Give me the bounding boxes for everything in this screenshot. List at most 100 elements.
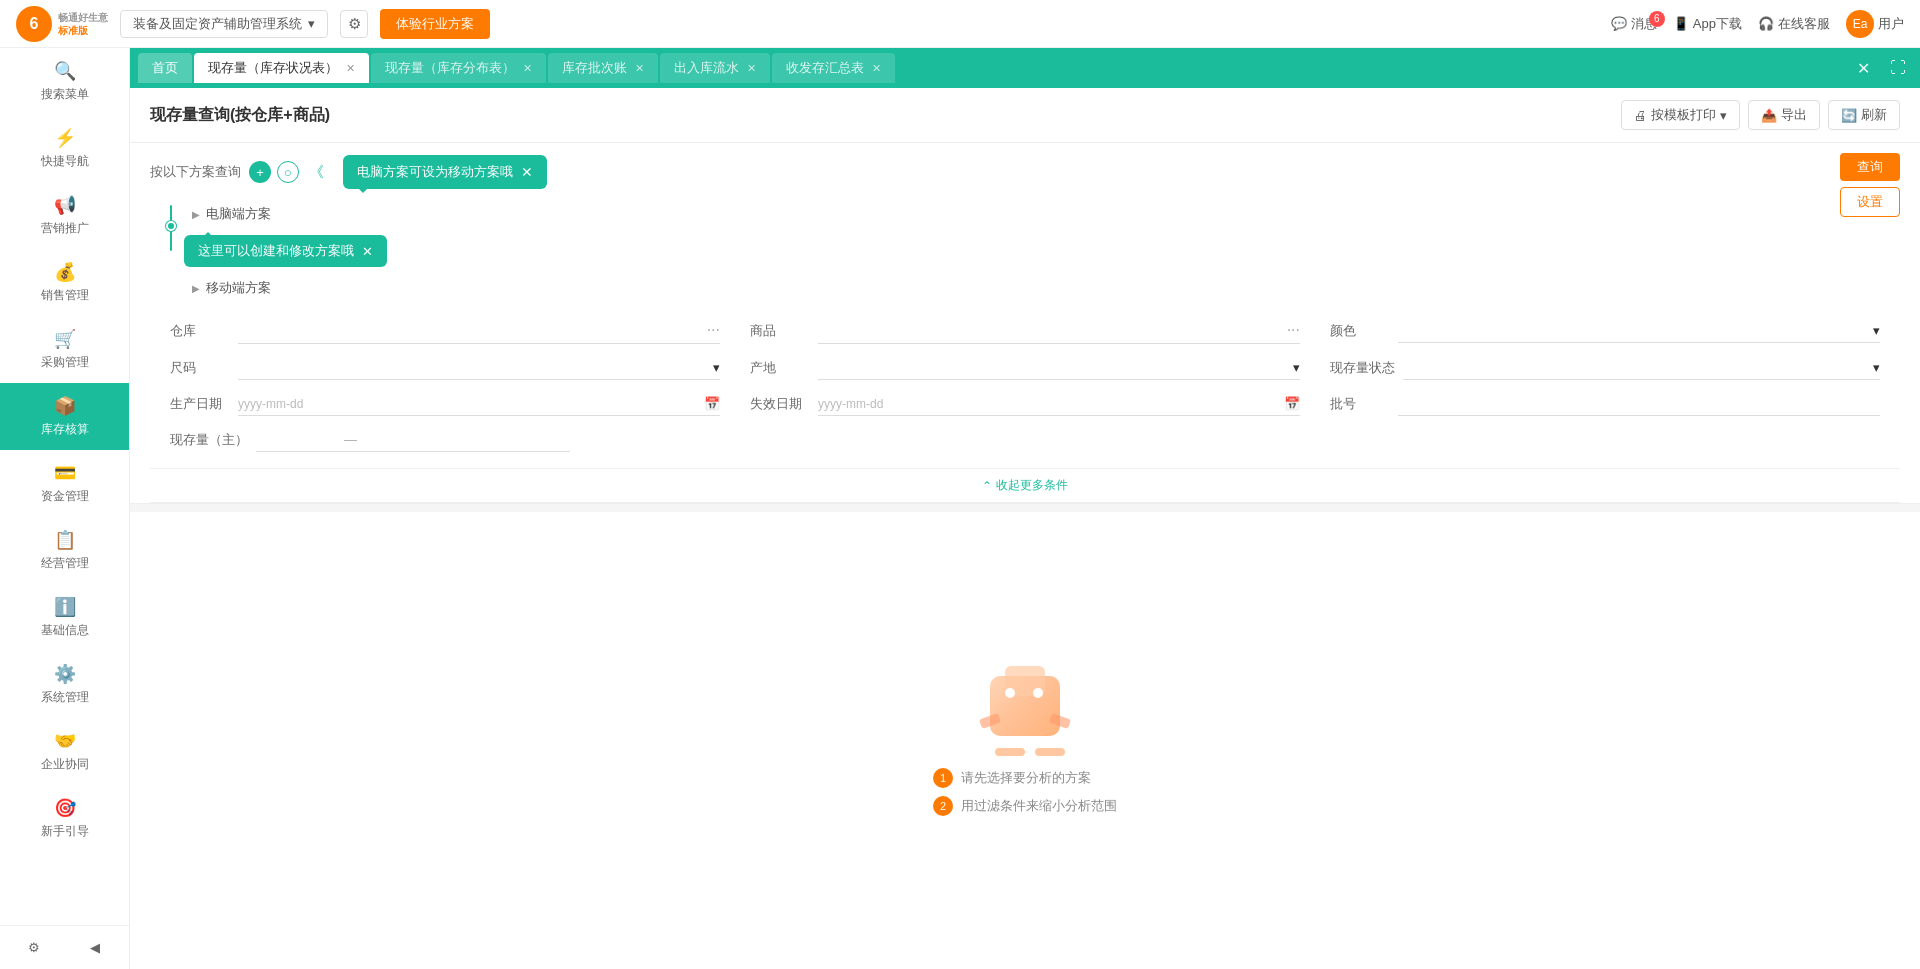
support-label: 在线客服 bbox=[1778, 15, 1830, 33]
logo-icon: 6 bbox=[16, 6, 52, 42]
stock-qty-min[interactable] bbox=[256, 432, 336, 447]
tab-close-2[interactable]: ✕ bbox=[523, 62, 532, 75]
sidebar-item-newbie[interactable]: 🎯 新手引导 bbox=[0, 785, 129, 852]
scheme-tooltip-close[interactable]: ✕ bbox=[362, 244, 373, 259]
warehouse-input[interactable]: ··· bbox=[238, 317, 720, 344]
handshake-icon: 🤝 bbox=[54, 730, 76, 752]
empty-step-2: 2 用过滤条件来缩小分析范围 bbox=[933, 796, 1117, 816]
tab-inventory-dist[interactable]: 现存量（库存分布表） ✕ bbox=[371, 53, 546, 83]
tab-batch-account[interactable]: 库存批次账 ✕ bbox=[548, 53, 658, 83]
sidebar-item-basic-info[interactable]: ℹ️ 基础信息 bbox=[0, 584, 129, 651]
app-download-button[interactable]: 📱 App下载 bbox=[1673, 15, 1742, 33]
tab-in-out-flow[interactable]: 出入库流水 ✕ bbox=[660, 53, 770, 83]
produce-date-input[interactable]: yyyy-mm-dd 📅 bbox=[238, 392, 720, 416]
tab-home[interactable]: 首页 bbox=[138, 53, 192, 83]
chevron-down-icon-color: ▾ bbox=[1873, 323, 1880, 338]
sidebar-item-purchase[interactable]: 🛒 采购管理 bbox=[0, 316, 129, 383]
scheme-desktop[interactable]: ▶ 电脑端方案 bbox=[184, 201, 1900, 227]
scheme-popup-text: 电脑方案可设为移动方案哦 bbox=[357, 163, 513, 181]
chevron-down-icon-origin: ▾ bbox=[1293, 360, 1300, 375]
tab-close-4[interactable]: ✕ bbox=[747, 62, 756, 75]
field-stock-status: 现存量状态 ▾ bbox=[1330, 356, 1880, 380]
scheme-mobile[interactable]: ▶ 移动端方案 bbox=[184, 275, 1900, 301]
sidebar-collapse-button[interactable]: ◀ bbox=[69, 934, 122, 961]
sidebar-settings-button[interactable]: ⚙ bbox=[8, 934, 61, 961]
app-label: App下载 bbox=[1693, 15, 1742, 33]
form-row-1: 仓库 ··· 商品 ··· bbox=[170, 317, 1880, 344]
add-scheme-button[interactable]: + bbox=[249, 161, 271, 183]
search-button[interactable]: 查询 bbox=[1840, 153, 1900, 181]
back-scheme-button[interactable]: 《 bbox=[305, 161, 327, 183]
expire-date-input[interactable]: yyyy-mm-dd 📅 bbox=[818, 392, 1300, 416]
sidebar-item-inventory[interactable]: 📦 库存核算 bbox=[0, 383, 129, 450]
calendar-icon-produce: 📅 bbox=[704, 396, 720, 411]
calendar-icon-expire: 📅 bbox=[1284, 396, 1300, 411]
industry-button[interactable]: 体验行业方案 bbox=[380, 9, 490, 39]
arrow-right-icon: ▶ bbox=[192, 209, 200, 220]
empty-step-1: 1 请先选择要分析的方案 bbox=[933, 768, 1117, 788]
refresh-button[interactable]: 🔄 刷新 bbox=[1828, 100, 1900, 130]
logo-area: 6 畅通好生意 标准版 bbox=[16, 6, 108, 42]
system-selector[interactable]: 装备及固定资产辅助管理系统 ▾ bbox=[120, 10, 328, 38]
tab-fullscreen-button[interactable]: ⛶ bbox=[1884, 57, 1912, 79]
reset-button[interactable]: 设置 bbox=[1840, 187, 1900, 217]
sidebar-item-quicknav[interactable]: ⚡ 快捷导航 bbox=[0, 115, 129, 182]
chevron-down-icon-size: ▾ bbox=[713, 360, 720, 375]
export-button[interactable]: 📤 导出 bbox=[1748, 100, 1820, 130]
scheme-list: ▶ 电脑端方案 这里可以创建和修改方案哦 ✕ bbox=[184, 201, 1900, 301]
header-right: 💬 消息 6 📱 App下载 🎧 在线客服 Ea 用户 bbox=[1611, 10, 1904, 38]
tab-close-3[interactable]: ✕ bbox=[635, 62, 644, 75]
lightning-icon: ⚡ bbox=[54, 127, 76, 149]
card-icon: 💳 bbox=[54, 462, 76, 484]
sidebar-item-sales[interactable]: 💰 销售管理 bbox=[0, 249, 129, 316]
goods-input[interactable]: ··· bbox=[818, 317, 1300, 344]
scheme-popup-container: 电脑方案可设为移动方案哦 ✕ bbox=[343, 155, 547, 189]
sidebar-item-search[interactable]: 🔍 搜索菜单 bbox=[0, 48, 129, 115]
scheme-popup-close[interactable]: ✕ bbox=[521, 164, 533, 180]
edit-scheme-button[interactable]: ○ bbox=[277, 161, 299, 183]
empty-state: 1 请先选择要分析的方案 2 用过滤条件来缩小分析范围 bbox=[130, 512, 1920, 969]
tab-inventory-status[interactable]: 现存量（库存状况表） ✕ bbox=[194, 53, 369, 83]
tab-close-all-button[interactable]: ✕ bbox=[1851, 57, 1876, 80]
collapse-bar[interactable]: ⌃ 收起更多条件 bbox=[150, 468, 1900, 503]
stock-qty-max[interactable] bbox=[365, 432, 445, 447]
tab-close-1[interactable]: ✕ bbox=[346, 62, 355, 75]
user-label: 用户 bbox=[1878, 15, 1904, 33]
system-name: 装备及固定资产辅助管理系统 bbox=[133, 15, 302, 33]
sidebar-item-cooperation[interactable]: 🤝 企业协同 bbox=[0, 718, 129, 785]
support-button[interactable]: 🎧 在线客服 bbox=[1758, 15, 1830, 33]
field-origin: 产地 ▾ bbox=[750, 356, 1300, 380]
top-header: 6 畅通好生意 标准版 装备及固定资产辅助管理系统 ▾ ⚙ 体验行业方案 💬 消… bbox=[0, 0, 1920, 48]
field-size: 尺码 ▾ bbox=[170, 356, 720, 380]
stock-qty-range[interactable]: — bbox=[256, 428, 570, 452]
sidebar-item-management[interactable]: 📋 经营管理 bbox=[0, 517, 129, 584]
refresh-icon: 🔄 bbox=[1841, 108, 1857, 123]
print-button[interactable]: 🖨 按模板打印 ▾ bbox=[1621, 100, 1740, 130]
app-icon: 📱 bbox=[1673, 16, 1689, 31]
tab-end-buttons: ✕ ⛶ bbox=[1851, 57, 1912, 80]
page-title: 现存量查询(按仓库+商品) bbox=[150, 105, 330, 126]
money-icon: 💰 bbox=[54, 261, 76, 283]
form-row-2: 尺码 ▾ 产地 ▾ bbox=[170, 356, 1880, 380]
stock-status-select[interactable]: ▾ bbox=[1403, 356, 1880, 380]
tab-stock-summary[interactable]: 收发存汇总表 ✕ bbox=[772, 53, 895, 83]
sidebar-item-marketing[interactable]: 📢 营销推广 bbox=[0, 182, 129, 249]
content-area: 首页 现存量（库存状况表） ✕ 现存量（库存分布表） ✕ 库存批次账 ✕ 出入库… bbox=[130, 48, 1920, 969]
sidebar-item-finance[interactable]: 💳 资金管理 bbox=[0, 450, 129, 517]
collapse-icon: ⌃ bbox=[982, 479, 992, 493]
empty-steps: 1 请先选择要分析的方案 2 用过滤条件来缩小分析范围 bbox=[933, 768, 1117, 816]
origin-select[interactable]: ▾ bbox=[818, 356, 1300, 380]
message-badge: 6 bbox=[1649, 11, 1665, 27]
settings-icon[interactable]: ⚙ bbox=[340, 10, 368, 38]
message-button[interactable]: 💬 消息 6 bbox=[1611, 15, 1657, 33]
size-select[interactable]: ▾ bbox=[238, 356, 720, 380]
sidebar-item-system[interactable]: ⚙️ 系统管理 bbox=[0, 651, 129, 718]
field-warehouse: 仓库 ··· bbox=[170, 317, 720, 344]
step-num-2: 2 bbox=[933, 796, 953, 816]
user-menu[interactable]: Ea 用户 bbox=[1846, 10, 1904, 38]
batch-input[interactable] bbox=[1398, 392, 1880, 416]
color-select[interactable]: ▾ bbox=[1398, 319, 1880, 343]
sidebar-bottom: ⚙ ◀ bbox=[0, 925, 129, 969]
form-row-3: 生产日期 yyyy-mm-dd 📅 失效日期 yyyy-mm-dd 📅 bbox=[170, 392, 1880, 416]
tab-close-5[interactable]: ✕ bbox=[872, 62, 881, 75]
